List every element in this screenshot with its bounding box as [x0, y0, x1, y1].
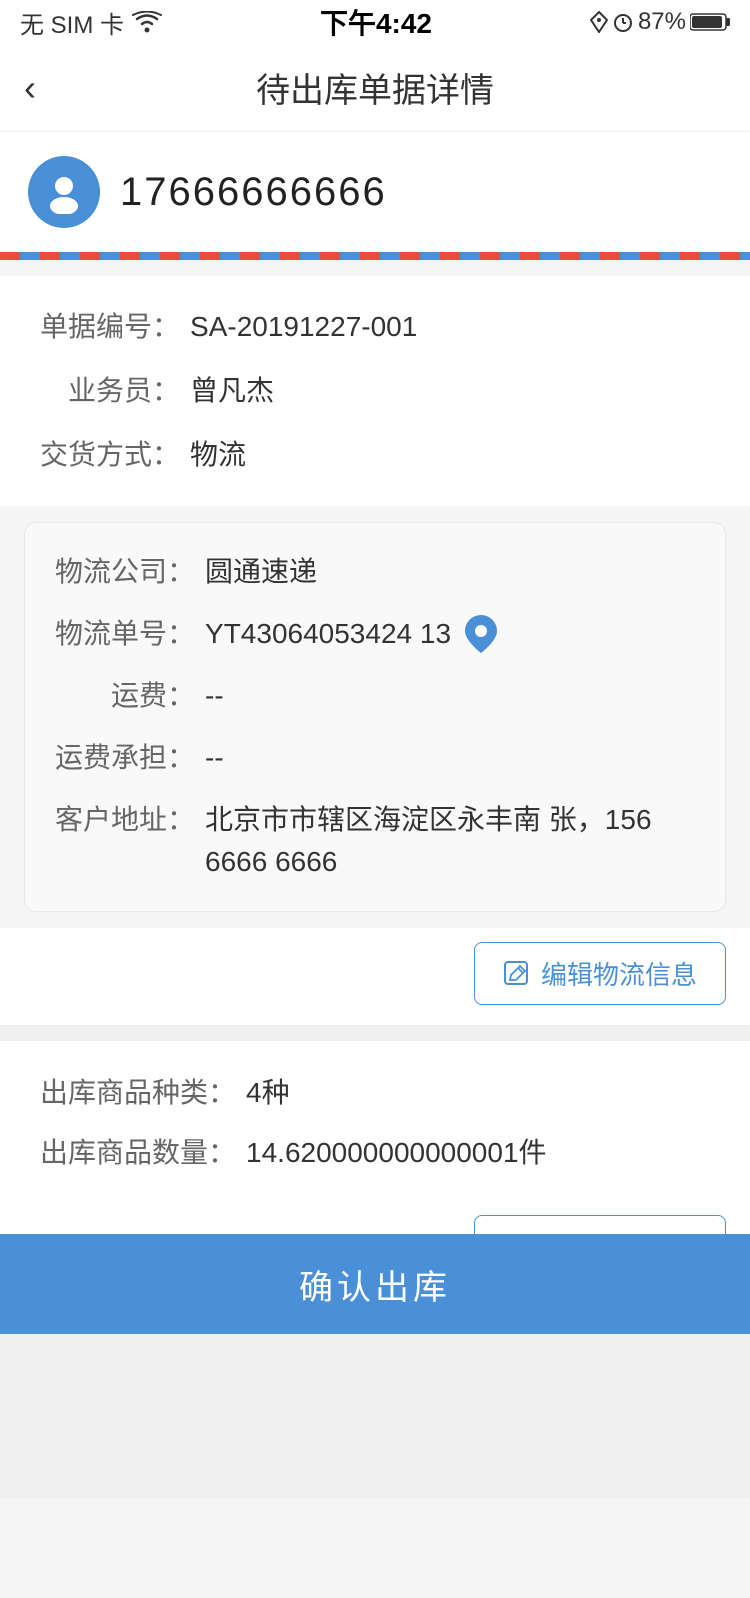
logistics-company-label: 物流公司：: [55, 551, 195, 593]
delivery-value: 物流: [190, 434, 710, 476]
goods-quantity-row: 出库商品数量： 14.620000000000001件: [40, 1131, 710, 1171]
logistics-freight-row: 运费： --: [55, 675, 695, 717]
logistics-freight-value: --: [205, 675, 695, 717]
section-divider-1: [0, 1025, 750, 1041]
logistics-company-row: 物流公司： 圆通速递: [55, 551, 695, 593]
order-no-row: 单据编号： SA-20191227-001: [40, 306, 710, 348]
status-bar: 无 SIM 卡 下午4:42 87%: [0, 0, 750, 44]
edit-button-label: 编辑物流信息: [541, 955, 697, 992]
logistics-address-row: 客户地址： 北京市市辖区海淀区永丰南 张，156 6666 6666: [55, 799, 695, 883]
edit-icon: [503, 960, 531, 988]
user-section: 17666666666: [0, 132, 750, 252]
salesman-value: 曾凡杰: [190, 370, 710, 412]
person-icon: [42, 170, 86, 214]
bottom-padding: [0, 1498, 750, 1598]
back-button[interactable]: ‹: [24, 67, 36, 109]
logistics-address-value: 北京市市辖区海淀区永丰南 张，156 6666 6666: [205, 799, 695, 883]
logistics-freight-label: 运费：: [55, 675, 195, 717]
confirm-bar[interactable]: 确认出库: [0, 1234, 750, 1334]
goods-type-row: 出库商品种类： 4种: [40, 1071, 710, 1111]
delivery-row: 交货方式： 物流: [40, 434, 710, 476]
logistics-tracking-label: 物流单号：: [55, 613, 195, 655]
logistics-card: 物流公司： 圆通速递 物流单号： YT43064053424 13 运费： --…: [24, 522, 726, 912]
order-no-label: 单据编号：: [40, 306, 180, 348]
salesman-label: 业务员：: [40, 370, 180, 412]
dashed-divider: [0, 252, 750, 260]
goods-type-value: 4种: [246, 1071, 290, 1111]
battery-percent: 87%: [638, 8, 686, 36]
delivery-label: 交货方式：: [40, 434, 180, 476]
user-avatar: [28, 156, 100, 228]
carrier-label: 无 SIM 卡: [20, 5, 124, 40]
confirm-button-label: 确认出库: [299, 1260, 451, 1309]
edit-logistics-button[interactable]: 编辑物流信息: [474, 942, 726, 1005]
location-status-icon: [590, 11, 608, 33]
logistics-freight-bear-label: 运费承担：: [55, 737, 195, 779]
salesman-row: 业务员： 曾凡杰: [40, 370, 710, 412]
nav-bar: ‹ 待出库单据详情: [0, 44, 750, 132]
goods-type-label: 出库商品种类：: [40, 1071, 236, 1111]
status-bar-right: 87%: [590, 8, 730, 36]
status-bar-left: 无 SIM 卡: [20, 5, 162, 40]
order-no-value: SA-20191227-001: [190, 306, 710, 348]
goods-section: 出库商品种类： 4种 出库商品数量： 14.620000000000001件: [0, 1041, 750, 1201]
goods-quantity-value: 14.620000000000001件: [246, 1131, 547, 1171]
user-phone: 17666666666: [120, 170, 387, 215]
alarm-icon: [612, 11, 634, 33]
goods-quantity-label: 出库商品数量：: [40, 1131, 236, 1171]
nav-title: 待出库单据详情: [256, 63, 494, 112]
status-bar-time: 下午4:42: [320, 2, 432, 42]
location-tracking-icon: [465, 615, 497, 653]
wifi-icon: [132, 11, 162, 33]
logistics-tracking-value: YT43064053424 13: [205, 613, 695, 655]
logistics-freight-bear-row: 运费承担： --: [55, 737, 695, 779]
battery-icon: [690, 12, 730, 32]
order-info-section: 单据编号： SA-20191227-001 业务员： 曾凡杰 交货方式： 物流: [0, 276, 750, 506]
logistics-address-label: 客户地址：: [55, 799, 195, 841]
logistics-freight-bear-value: --: [205, 737, 695, 779]
logistics-company-value: 圆通速递: [205, 551, 695, 593]
edit-button-row: 编辑物流信息: [0, 928, 750, 1025]
logistics-tracking-row: 物流单号： YT43064053424 13: [55, 613, 695, 655]
